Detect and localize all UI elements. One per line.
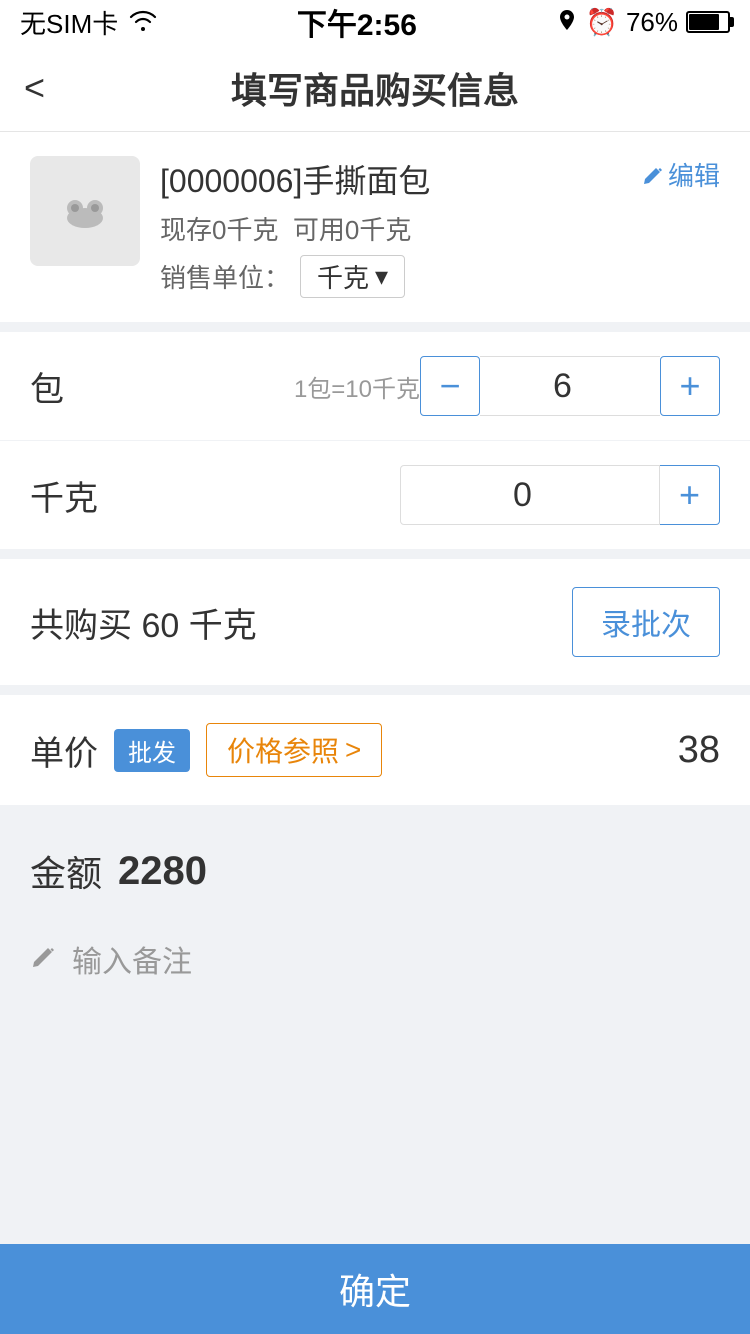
price-ref-button[interactable]: 价格参照 >	[206, 723, 382, 777]
product-name: [0000006]手撕面包	[160, 156, 642, 202]
package-stepper: − +	[420, 356, 720, 416]
pencil-icon	[30, 942, 58, 977]
amount-label: 金额	[30, 845, 102, 897]
carrier-label: 无SIM卡	[20, 4, 118, 41]
alarm-icon: ⏰	[586, 7, 618, 38]
nav-bar: < 填写商品购买信息	[0, 44, 750, 132]
remark-placeholder: 输入备注	[72, 937, 192, 981]
summary-text: 共购买 60 千克	[30, 598, 257, 647]
remark-row[interactable]: 输入备注	[30, 917, 720, 1001]
package-plus-button[interactable]: +	[660, 356, 720, 416]
package-input[interactable]	[480, 356, 660, 416]
wifi-icon	[128, 7, 158, 38]
kg-plus-button[interactable]: +	[660, 465, 720, 525]
content: [0000006]手撕面包 编辑 现存0千克 可用0千克 销售单位： 千克 ▾ …	[0, 132, 750, 1021]
product-info: [0000006]手撕面包 编辑 现存0千克 可用0千克 销售单位： 千克 ▾	[160, 156, 720, 298]
product-stock: 现存0千克 可用0千克	[160, 210, 720, 247]
summary-row: 共购买 60 千克 录批次	[0, 559, 750, 695]
battery-icon	[686, 11, 730, 33]
batch-button[interactable]: 录批次	[572, 587, 720, 657]
package-minus-button[interactable]: −	[420, 356, 480, 416]
amount-row: 金额 2280	[30, 845, 720, 897]
status-right: ⏰ 76%	[556, 7, 730, 38]
kg-label: 千克	[30, 471, 400, 520]
product-card: [0000006]手撕面包 编辑 现存0千克 可用0千克 销售单位： 千克 ▾	[0, 132, 750, 332]
confirm-button-label: 确定	[339, 1263, 411, 1315]
amount-section: 金额 2280 输入备注	[0, 815, 750, 1021]
confirm-button[interactable]: 确定	[0, 1244, 750, 1334]
chevron-down-icon: ▾	[375, 261, 388, 292]
kg-input-group: +	[400, 465, 720, 525]
page-title: 填写商品购买信息	[231, 62, 519, 114]
chevron-right-icon: >	[345, 734, 361, 766]
input-section: 包 1包=10千克 − + 千克 +	[0, 332, 750, 559]
status-left: 无SIM卡	[20, 4, 158, 41]
location-icon	[556, 7, 578, 38]
product-thumbnail	[30, 156, 140, 266]
status-bar: 无SIM卡 下午2:56 ⏰ 76%	[0, 0, 750, 44]
price-badge: 批发	[114, 729, 190, 772]
battery-percentage: 76%	[626, 7, 678, 38]
unit-selector[interactable]: 千克 ▾	[300, 255, 405, 298]
status-time: 下午2:56	[297, 0, 417, 44]
price-row: 单价 批发 价格参照 > 38	[0, 695, 750, 805]
price-label: 单价	[30, 726, 98, 775]
package-hint: 1包=10千克	[294, 369, 420, 404]
package-label: 包	[30, 362, 284, 411]
back-button[interactable]: <	[24, 67, 45, 109]
price-value: 38	[678, 729, 720, 772]
amount-value: 2280	[118, 849, 207, 894]
product-unit: 销售单位： 千克 ▾	[160, 255, 720, 298]
price-section: 单价 批发 价格参照 > 38	[0, 695, 750, 815]
kg-input-row: 千克 +	[0, 441, 750, 549]
edit-button[interactable]: 编辑	[642, 156, 720, 193]
kg-input[interactable]	[400, 465, 660, 525]
package-input-row: 包 1包=10千克 − +	[0, 332, 750, 441]
